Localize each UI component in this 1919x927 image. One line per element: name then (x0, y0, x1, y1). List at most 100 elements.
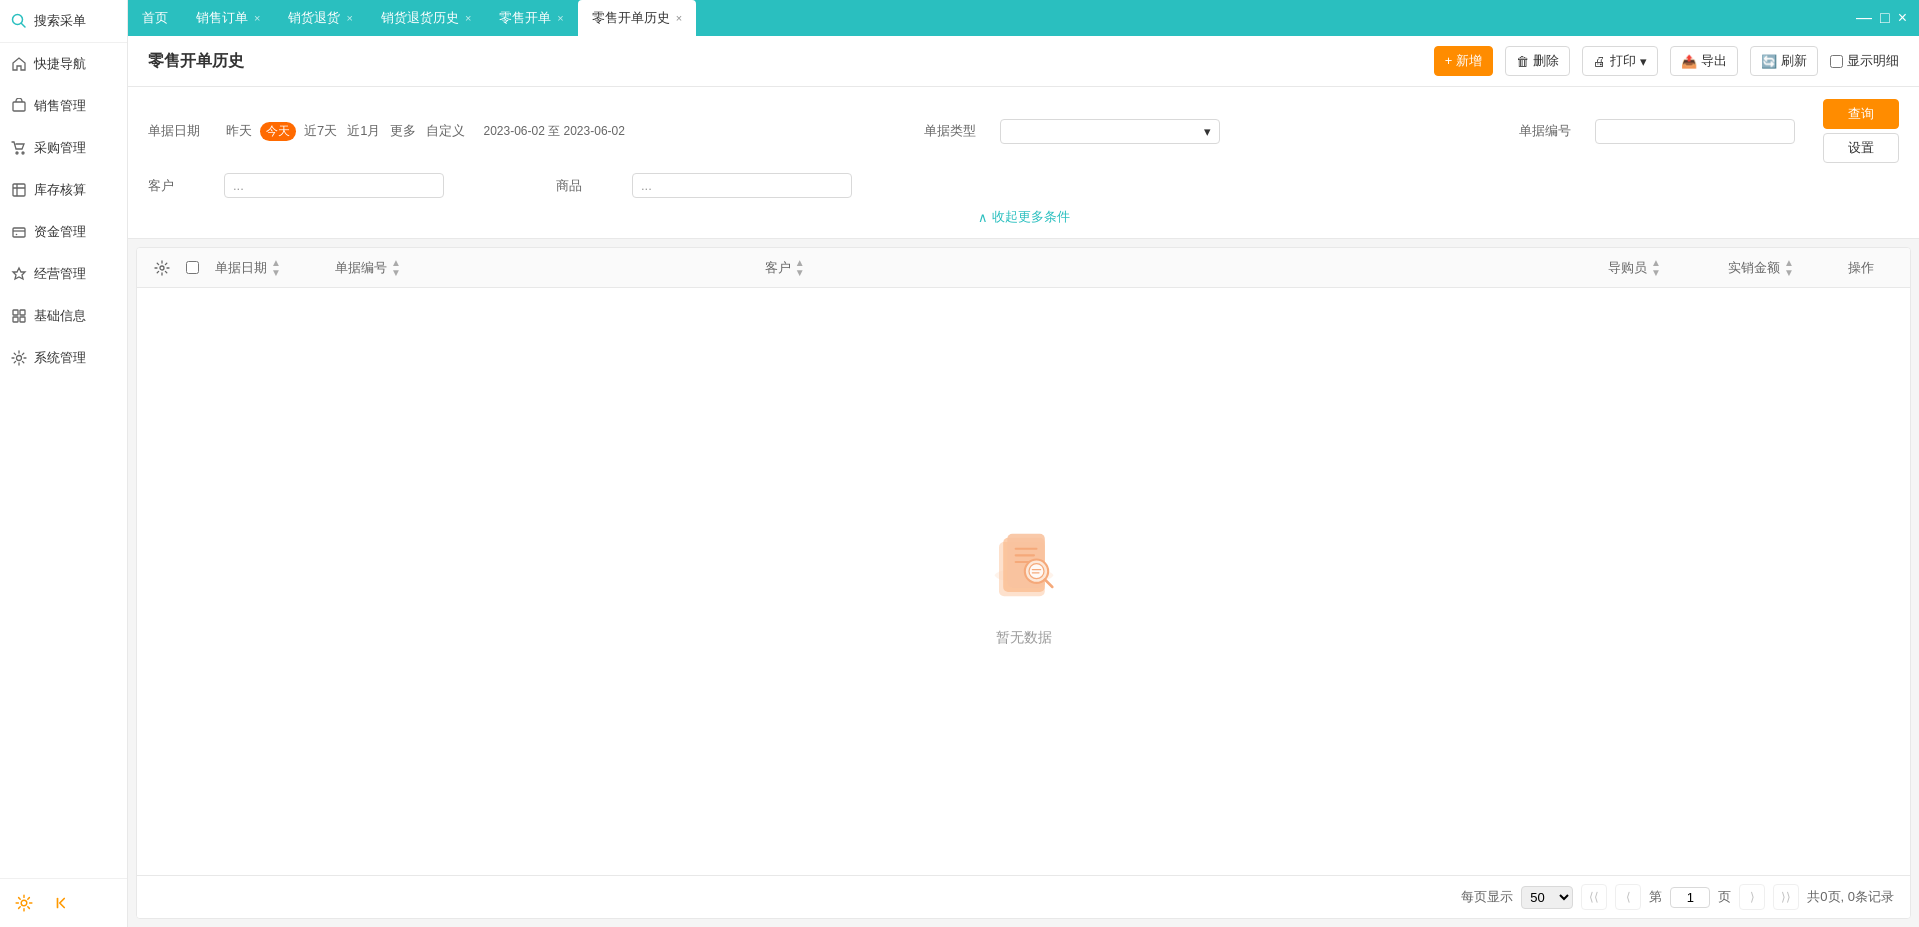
sidebar-item-inventory[interactable]: 库存核算 (0, 169, 127, 211)
home-icon (10, 55, 28, 73)
svg-rect-2 (13, 102, 25, 111)
filter-settings-button[interactable]: 设置 (1823, 133, 1899, 163)
th-guide[interactable]: 导购员 ▲▼ (1600, 258, 1720, 278)
sidebar-search[interactable]: 搜索采单 (0, 0, 127, 43)
th-num[interactable]: 单据编号 ▲▼ (327, 258, 757, 278)
print-label: 打印 (1610, 52, 1636, 70)
svg-point-15 (160, 266, 164, 270)
customer-input[interactable]: ... (224, 173, 444, 198)
th-date[interactable]: 单据日期 ▲▼ (207, 258, 327, 278)
page-number-input[interactable] (1670, 887, 1710, 908)
doc-type-chevron: ▾ (1204, 124, 1211, 139)
sidebar-label-sys-mgmt: 系统管理 (34, 349, 86, 367)
sidebar-label-purchase: 采购管理 (34, 139, 86, 157)
display-detail-label: 显示明细 (1847, 52, 1899, 70)
tab-retail-open-label: 零售开单 (499, 9, 551, 27)
sidebar-label-inventory: 库存核算 (34, 181, 86, 199)
date-shortcut-7days[interactable]: 近7天 (302, 122, 339, 140)
print-button[interactable]: 🖨 打印 ▾ (1582, 46, 1658, 76)
sidebar-bottom (0, 878, 127, 927)
sidebar-search-label: 搜索采单 (34, 12, 86, 30)
display-detail-checkbox[interactable] (1830, 55, 1843, 68)
page-last-btn[interactable]: ⟩⟩ (1773, 884, 1799, 910)
add-button[interactable]: + 新增 (1434, 46, 1493, 76)
sidebar-label-basic-info: 基础信息 (34, 307, 86, 325)
sidebar-item-quick-nav[interactable]: 快捷导航 (0, 43, 127, 85)
display-detail-toggle[interactable]: 显示明细 (1830, 52, 1899, 70)
page-first-btn[interactable]: ⟨⟨ (1581, 884, 1607, 910)
sidebar-item-finance[interactable]: 资金管理 (0, 211, 127, 253)
close-sales-return-icon[interactable]: × (346, 12, 352, 24)
sidebar-collapse-btn[interactable] (48, 889, 76, 917)
refresh-button[interactable]: 🔄 刷新 (1750, 46, 1818, 76)
date-shortcuts: 昨天 今天 近7天 近1月 更多 自定义 (224, 122, 467, 141)
select-all-checkbox[interactable] (186, 261, 199, 274)
date-shortcut-1month[interactable]: 近1月 (345, 122, 382, 140)
window-close-btn[interactable]: × (1898, 9, 1907, 27)
sidebar-settings-btn[interactable] (10, 889, 38, 917)
table-header: 单据日期 ▲▼ 单据编号 ▲▼ 客户 ▲▼ 导购员 ▲▼ 实销金额 ▲▼ (137, 248, 1910, 288)
tab-retail-open[interactable]: 零售开单 × (485, 0, 577, 36)
close-retail-open-icon[interactable]: × (557, 12, 563, 24)
svg-line-25 (1044, 579, 1052, 587)
svg-point-4 (22, 152, 24, 154)
tab-sales-return-label: 销货退货 (288, 9, 340, 27)
doc-type-label: 单据类型 (924, 122, 984, 140)
collapse-filter-btn[interactable]: ∧ 收起更多条件 (978, 208, 1070, 226)
delete-button[interactable]: 🗑 删除 (1505, 46, 1570, 76)
page-next-btn[interactable]: ⟩ (1739, 884, 1765, 910)
sales-icon (10, 97, 28, 115)
sort-client-icon: ▲▼ (795, 258, 805, 278)
sidebar-item-sales[interactable]: 销售管理 (0, 85, 127, 127)
close-sales-return-history-icon[interactable]: × (465, 12, 471, 24)
sidebar-item-purchase[interactable]: 采购管理 (0, 127, 127, 169)
sidebar-label-operation: 经营管理 (34, 265, 86, 283)
tab-sales-order[interactable]: 销售订单 × (182, 0, 274, 36)
sidebar-item-sys-mgmt[interactable]: 系统管理 (0, 337, 127, 379)
close-sales-order-icon[interactable]: × (254, 12, 260, 24)
add-label: + 新增 (1445, 52, 1482, 70)
date-shortcut-custom[interactable]: 自定义 (424, 122, 467, 140)
export-button[interactable]: 📤 导出 (1670, 46, 1738, 76)
product-input[interactable]: ... (632, 173, 852, 198)
date-label: 单据日期 (148, 122, 208, 140)
page-title: 零售开单历史 (148, 51, 244, 72)
page-suffix: 页 (1718, 888, 1731, 906)
date-shortcut-yesterday[interactable]: 昨天 (224, 122, 254, 140)
th-client[interactable]: 客户 ▲▼ (757, 258, 1600, 278)
tab-home[interactable]: 首页 (128, 0, 182, 36)
per-page-label: 每页显示 (1461, 888, 1513, 906)
customer-dots: ... (233, 178, 244, 193)
date-shortcut-more[interactable]: 更多 (388, 122, 418, 140)
svg-point-13 (21, 900, 27, 906)
tab-sales-return[interactable]: 销货退货 × (274, 0, 366, 36)
tab-sales-return-history[interactable]: 销货退货历史 × (367, 0, 485, 36)
operation-icon (10, 265, 28, 283)
svg-rect-8 (13, 310, 18, 315)
table-settings-btn[interactable] (147, 260, 177, 276)
svg-point-3 (16, 152, 18, 154)
empty-text: 暂无数据 (996, 629, 1052, 647)
doc-num-input[interactable] (1595, 119, 1795, 144)
page-prev-btn[interactable]: ⟨ (1615, 884, 1641, 910)
doc-type-select[interactable]: ▾ (1000, 119, 1220, 144)
close-retail-open-history-icon[interactable]: × (676, 12, 682, 24)
window-min-btn[interactable]: — (1856, 9, 1872, 27)
table-select-all[interactable] (177, 261, 207, 274)
window-max-btn[interactable]: □ (1880, 9, 1890, 27)
svg-point-24 (1029, 563, 1044, 578)
product-dots: ... (641, 178, 652, 193)
sidebar-item-operation[interactable]: 经营管理 (0, 253, 127, 295)
sys-mgmt-icon (10, 349, 28, 367)
th-amount[interactable]: 实销金额 ▲▼ (1720, 258, 1840, 278)
content-area: 零售开单历史 + 新增 🗑 删除 🖨 打印 ▾ 📤 导出 (128, 36, 1919, 927)
date-shortcut-today[interactable]: 今天 (260, 122, 296, 141)
print-dropdown-icon: ▾ (1640, 54, 1647, 69)
sidebar-item-basic-info[interactable]: 基础信息 (0, 295, 127, 337)
page-total: 共0页, 0条记录 (1807, 888, 1894, 906)
th-amount-label: 实销金额 (1728, 259, 1780, 277)
query-button[interactable]: 查询 (1823, 99, 1899, 129)
tab-retail-open-history[interactable]: 零售开单历史 × (578, 0, 696, 36)
tab-sales-return-history-label: 销货退货历史 (381, 9, 459, 27)
per-page-select[interactable]: 50 10 20 100 (1521, 886, 1573, 909)
